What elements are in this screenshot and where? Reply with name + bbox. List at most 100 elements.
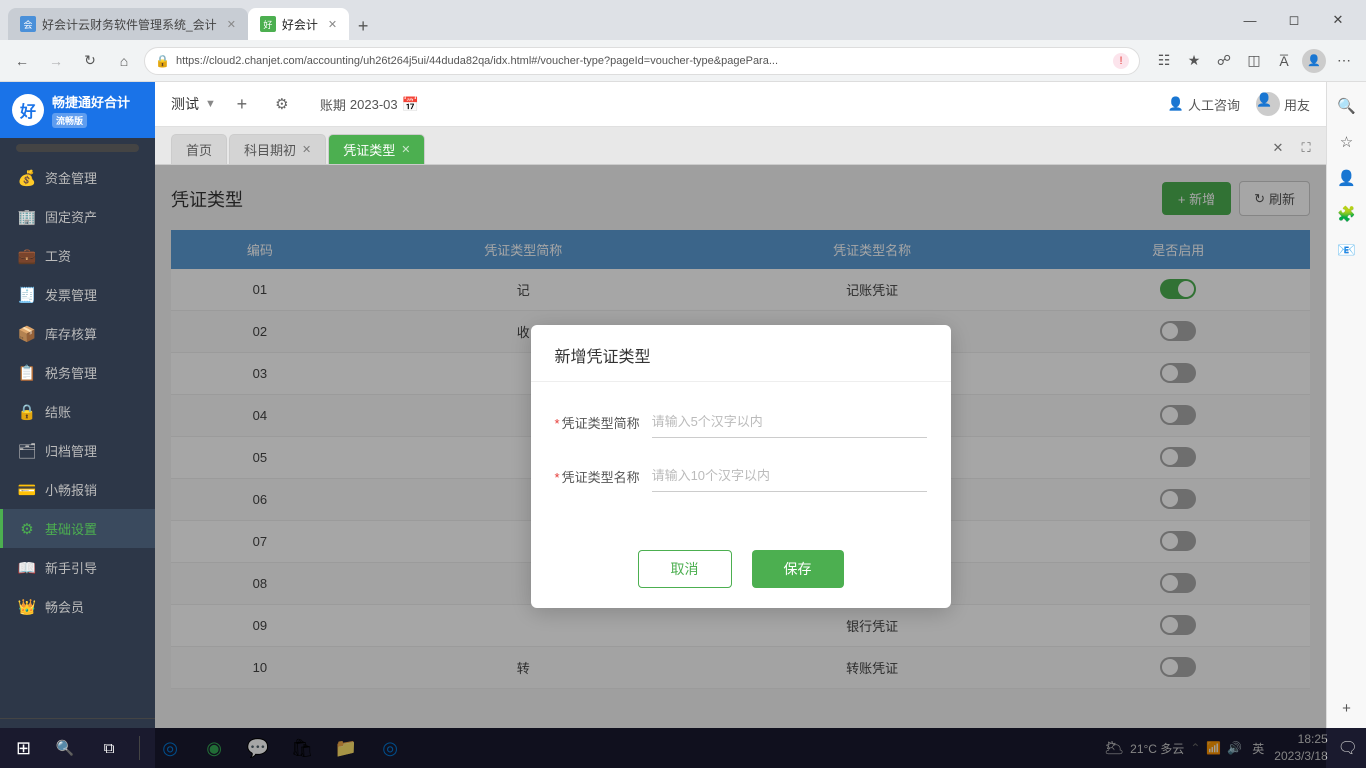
- sidebar-item-capital-label: 资金管理: [45, 168, 97, 187]
- sidebar-item-capital[interactable]: 💰 资金管理: [0, 158, 155, 197]
- guide-icon: 📖: [17, 559, 37, 577]
- user-label: 用友: [1284, 95, 1310, 114]
- re-search-button[interactable]: 🔍: [1331, 90, 1363, 122]
- search-taskbar-button[interactable]: 🔍: [47, 730, 83, 766]
- name-label: *凭证类型名称: [555, 467, 640, 486]
- form-row-name: *凭证类型名称: [555, 460, 927, 492]
- app-tab-voucher-type[interactable]: 凭证类型 ✕: [328, 134, 425, 164]
- right-edge-sidebar: 🔍 ☆ 👤 🧩 📧 + ⚙: [1326, 82, 1366, 768]
- sidebar-item-fixed-assets-label: 固定资产: [45, 207, 97, 226]
- minimize-button[interactable]: —: [1230, 4, 1270, 36]
- address-text: https://cloud2.chanjet.com/accounting/uh…: [176, 55, 1107, 67]
- consult-label: 人工咨询: [1188, 95, 1240, 114]
- sidebar-item-settings[interactable]: ⚙ 基础设置: [0, 509, 155, 548]
- tab2-close[interactable]: ✕: [328, 18, 337, 31]
- split-view-button[interactable]: ◫: [1240, 47, 1268, 75]
- re-extension-button[interactable]: 🧩: [1331, 198, 1363, 230]
- save-button[interactable]: 保存: [752, 550, 844, 588]
- search-taskbar-icon: 🔍: [56, 739, 75, 757]
- tab1-close[interactable]: ✕: [227, 18, 236, 31]
- sidebar-item-membership[interactable]: 👑 畅会员: [0, 587, 155, 626]
- sidebar-item-tax[interactable]: 📋 税务管理: [0, 353, 155, 392]
- re-star-button[interactable]: ☆: [1331, 126, 1363, 158]
- back-button[interactable]: ←: [8, 47, 36, 75]
- home-button[interactable]: ⌂: [110, 47, 138, 75]
- sidebar-item-payroll-label: 工资: [45, 246, 71, 265]
- start-button[interactable]: ⊞: [8, 738, 39, 759]
- sidebar-item-archive-label: 归档管理: [45, 441, 97, 460]
- address-bar[interactable]: 🔒 https://cloud2.chanjet.com/accounting/…: [144, 47, 1140, 75]
- sidebar-item-inventory[interactable]: 📦 库存核算: [0, 314, 155, 353]
- more-button[interactable]: ⋯: [1330, 47, 1358, 75]
- favorites-button[interactable]: ★: [1180, 47, 1208, 75]
- add-dialog: 新增凭证类型 *凭证类型简称 *凭证类型名称: [531, 325, 951, 608]
- company-add-button[interactable]: +: [228, 90, 256, 118]
- page-content: 凭证类型 + 新增 ↻ 刷新 编码 凭证类型简称 凭证类型名称 是否启用: [155, 165, 1326, 768]
- sidebar-item-membership-label: 畅会员: [45, 597, 84, 616]
- period-info: 账期 2023-03 📅: [320, 95, 419, 114]
- new-tab-button[interactable]: +: [349, 12, 377, 40]
- app-tab-home[interactable]: 首页: [171, 134, 227, 164]
- main-area: 测试 ▼ + ⚙ 账期 2023-03 📅 👤 人工咨询 👤 用友: [155, 82, 1326, 768]
- sidebar-item-guide[interactable]: 📖 新手引导: [0, 548, 155, 587]
- company-dropdown-icon: ▼: [205, 98, 216, 110]
- consult-icon: 👤: [1168, 96, 1184, 112]
- profile-button[interactable]: 👤: [1300, 47, 1328, 75]
- sidebar-item-expense-label: 小畅报销: [45, 480, 97, 499]
- extensions-button[interactable]: ☷: [1150, 47, 1178, 75]
- maximize-button[interactable]: ◻: [1274, 4, 1314, 36]
- reading-view-button[interactable]: ☍: [1210, 47, 1238, 75]
- re-person-button[interactable]: 👤: [1331, 162, 1363, 194]
- membership-icon: 👑: [17, 598, 37, 616]
- tax-icon: 📋: [17, 364, 37, 382]
- abbr-input[interactable]: [652, 406, 927, 438]
- browser-tab-2[interactable]: 好 好会计 ✕: [248, 8, 349, 40]
- user-button[interactable]: 👤 用友: [1256, 92, 1310, 116]
- scroll-indicator: [0, 138, 155, 158]
- company-selector[interactable]: 测试 ▼: [171, 94, 216, 114]
- sidebar-item-closing[interactable]: 🔒 结账: [0, 392, 155, 431]
- consult-button[interactable]: 👤 人工咨询: [1168, 95, 1240, 114]
- company-gear-button[interactable]: ⚙: [268, 90, 296, 118]
- app-tab-subject[interactable]: 科目期初 ✕: [229, 134, 326, 164]
- profile-avatar: 👤: [1302, 49, 1326, 73]
- cancel-button[interactable]: 取消: [638, 550, 732, 588]
- invoice-icon: 🧾: [17, 286, 37, 304]
- sidebar-item-fixed-assets[interactable]: 🏢 固定资产: [0, 197, 155, 236]
- refresh-button[interactable]: ↻: [76, 47, 104, 75]
- voucher-type-tab-label: 凭证类型: [343, 140, 395, 159]
- sidebar: 好 畅捷通好合计 流畅版 💰 资金管理 🏢 固定资产 💼 工资 🧾 发票管理: [0, 82, 155, 768]
- forward-button[interactable]: →: [42, 47, 70, 75]
- dialog-body: *凭证类型简称 *凭证类型名称: [531, 382, 951, 538]
- tab-bar-close-button[interactable]: ✕: [1266, 136, 1290, 160]
- tab2-label: 好会计: [282, 16, 318, 33]
- tab1-label: 好会计云财务软件管理系统_会计: [42, 16, 217, 33]
- tab2-favicon: 好: [260, 16, 276, 32]
- translate-button[interactable]: A̅: [1270, 47, 1298, 75]
- sidebar-item-archive[interactable]: 🗂 归档管理: [0, 431, 155, 470]
- sidebar-item-payroll[interactable]: 💼 工资: [0, 236, 155, 275]
- subject-tab-label: 科目期初: [244, 140, 296, 159]
- sidebar-item-expense[interactable]: 💳 小畅报销: [0, 470, 155, 509]
- subject-tab-close[interactable]: ✕: [302, 143, 311, 156]
- inventory-icon: 📦: [17, 325, 37, 343]
- sidebar-logo: 好 畅捷通好合计 流畅版: [0, 82, 155, 138]
- tab1-favicon: 会: [20, 16, 36, 32]
- taskview-button[interactable]: ⧉: [91, 730, 127, 766]
- calendar-icon: 📅: [402, 96, 419, 113]
- re-outlook-button[interactable]: 📧: [1331, 234, 1363, 266]
- voucher-type-tab-close[interactable]: ✕: [401, 143, 410, 156]
- sidebar-item-settings-label: 基础设置: [45, 519, 97, 538]
- close-button[interactable]: ✕: [1318, 4, 1358, 36]
- abbr-required-mark: *: [555, 416, 560, 431]
- notification-icon[interactable]: 🗨: [1338, 738, 1358, 758]
- logo-title: 畅捷通好合计: [52, 92, 130, 111]
- name-input[interactable]: [652, 460, 927, 492]
- sidebar-item-invoice[interactable]: 🧾 发票管理: [0, 275, 155, 314]
- re-add-button[interactable]: +: [1331, 692, 1363, 724]
- logo-text-block: 畅捷通好合计 流畅版: [52, 92, 130, 128]
- period-label: 账期: [320, 95, 346, 114]
- browser-tab-1[interactable]: 会 好会计云财务软件管理系统_会计 ✕: [8, 8, 248, 40]
- tab-bar-expand-button[interactable]: ⛶: [1294, 136, 1318, 160]
- topbar-right: 👤 人工咨询 👤 用友: [1168, 92, 1310, 116]
